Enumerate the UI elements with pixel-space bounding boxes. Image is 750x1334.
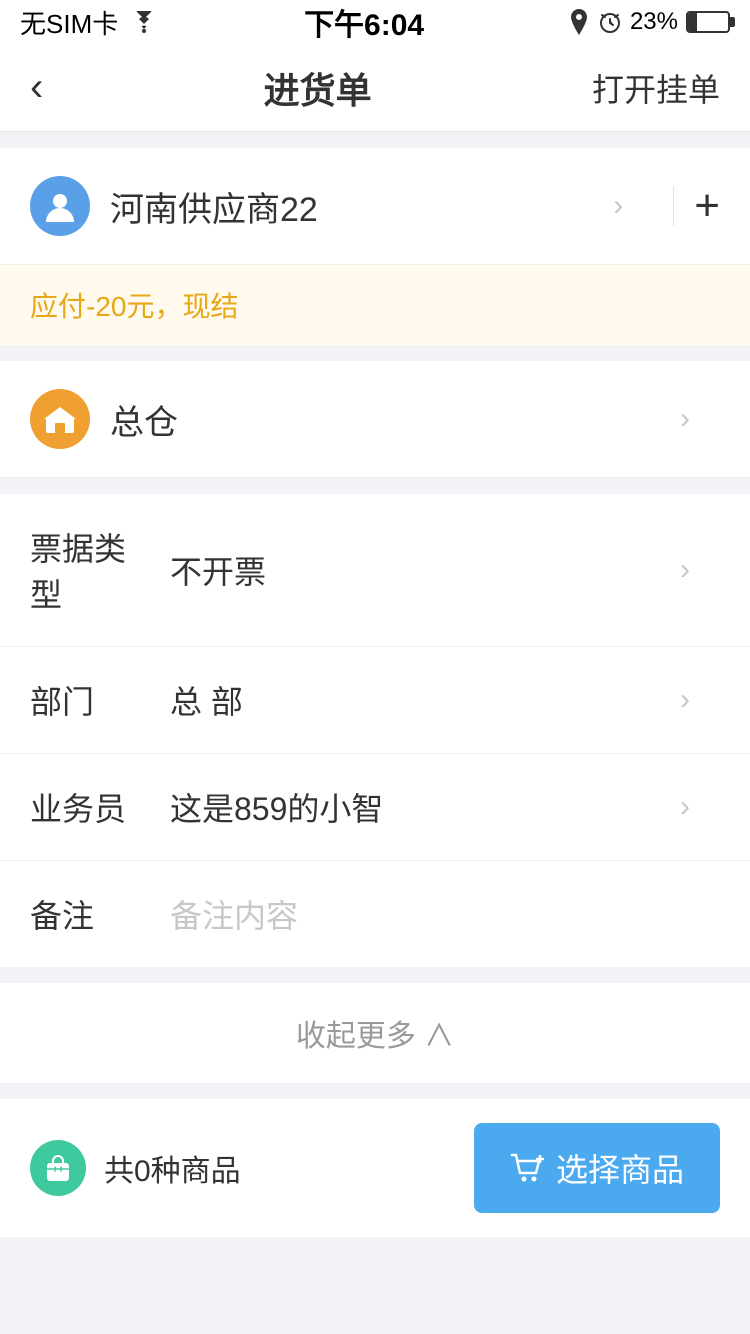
select-product-button[interactable]: 选择商品 (474, 1123, 720, 1213)
remark-label: 备注 (30, 891, 150, 937)
supplier-section: 河南供应商22 › + 应付-20元，现结 (0, 148, 750, 345)
alert-text: 应付-20元，现结 (30, 291, 238, 322)
collapse-row[interactable]: 收起更多 ∧ (0, 983, 750, 1083)
warehouse-icon (30, 389, 90, 449)
page-title: 进货单 (264, 62, 372, 114)
dept-value: 总 部 (150, 677, 680, 723)
warehouse-chevron-icon: › (680, 402, 690, 436)
supplier-name: 河南供应商22 (110, 182, 613, 231)
wifi-icon (128, 11, 160, 33)
warehouse-name: 总仓 (110, 395, 680, 444)
battery-icon (686, 11, 730, 33)
invoice-row[interactable]: 票据类型 不开票 › (0, 494, 750, 647)
product-count-text: 共0种商品 (104, 1146, 241, 1190)
cart-plus-icon (510, 1153, 544, 1183)
salesperson-row[interactable]: 业务员 这是859的小智 › (0, 754, 750, 861)
supplier-avatar (30, 176, 90, 236)
invoice-label: 票据类型 (30, 524, 150, 616)
salesperson-chevron-icon: › (680, 790, 690, 824)
dept-label: 部门 (30, 677, 150, 723)
add-button[interactable]: + (694, 181, 720, 231)
status-time: 下午6:04 (304, 0, 424, 44)
product-count-area: 共0种商品 (30, 1140, 241, 1196)
invoice-chevron-icon: › (680, 553, 690, 587)
open-pending-button[interactable]: 打开挂单 (592, 65, 720, 111)
alert-banner: 应付-20元，现结 (0, 265, 750, 345)
salesperson-value: 这是859的小智 (150, 784, 680, 830)
status-bar: 无SIM卡 下午6:04 23% (0, 0, 750, 44)
supplier-row[interactable]: 河南供应商22 › + (0, 148, 750, 265)
battery-percent: 23% (630, 8, 678, 36)
bottom-bar: 共0种商品 选择商品 (0, 1099, 750, 1237)
back-button[interactable]: ‹ (30, 65, 43, 110)
invoice-value: 不开票 (150, 547, 680, 593)
remark-row[interactable]: 备注 备注内容 (0, 861, 750, 967)
vertical-divider (673, 186, 674, 226)
product-bag-icon (30, 1140, 86, 1196)
collapse-label: 收起更多 ∧ (296, 1020, 454, 1053)
dept-chevron-icon: › (680, 683, 690, 717)
alarm-icon (598, 10, 622, 34)
salesperson-label: 业务员 (30, 784, 150, 830)
form-section: 票据类型 不开票 › 部门 总 部 › 业务员 这是859的小智 › 备注 备注… (0, 494, 750, 967)
status-left: 无SIM卡 (20, 4, 160, 41)
signal-text: 无SIM卡 (20, 4, 118, 41)
status-right: 23% (568, 8, 730, 36)
supplier-chevron-icon: › (613, 189, 623, 223)
select-product-label: 选择商品 (556, 1145, 684, 1191)
nav-bar: ‹ 进货单 打开挂单 (0, 44, 750, 132)
content: 河南供应商22 › + 应付-20元，现结 总仓 › 票据类型 不开票 › 部门 (0, 148, 750, 1237)
warehouse-row[interactable]: 总仓 › (0, 361, 750, 478)
remark-input[interactable]: 备注内容 (150, 891, 720, 937)
dept-row[interactable]: 部门 总 部 › (0, 647, 750, 754)
location-icon (568, 9, 590, 35)
